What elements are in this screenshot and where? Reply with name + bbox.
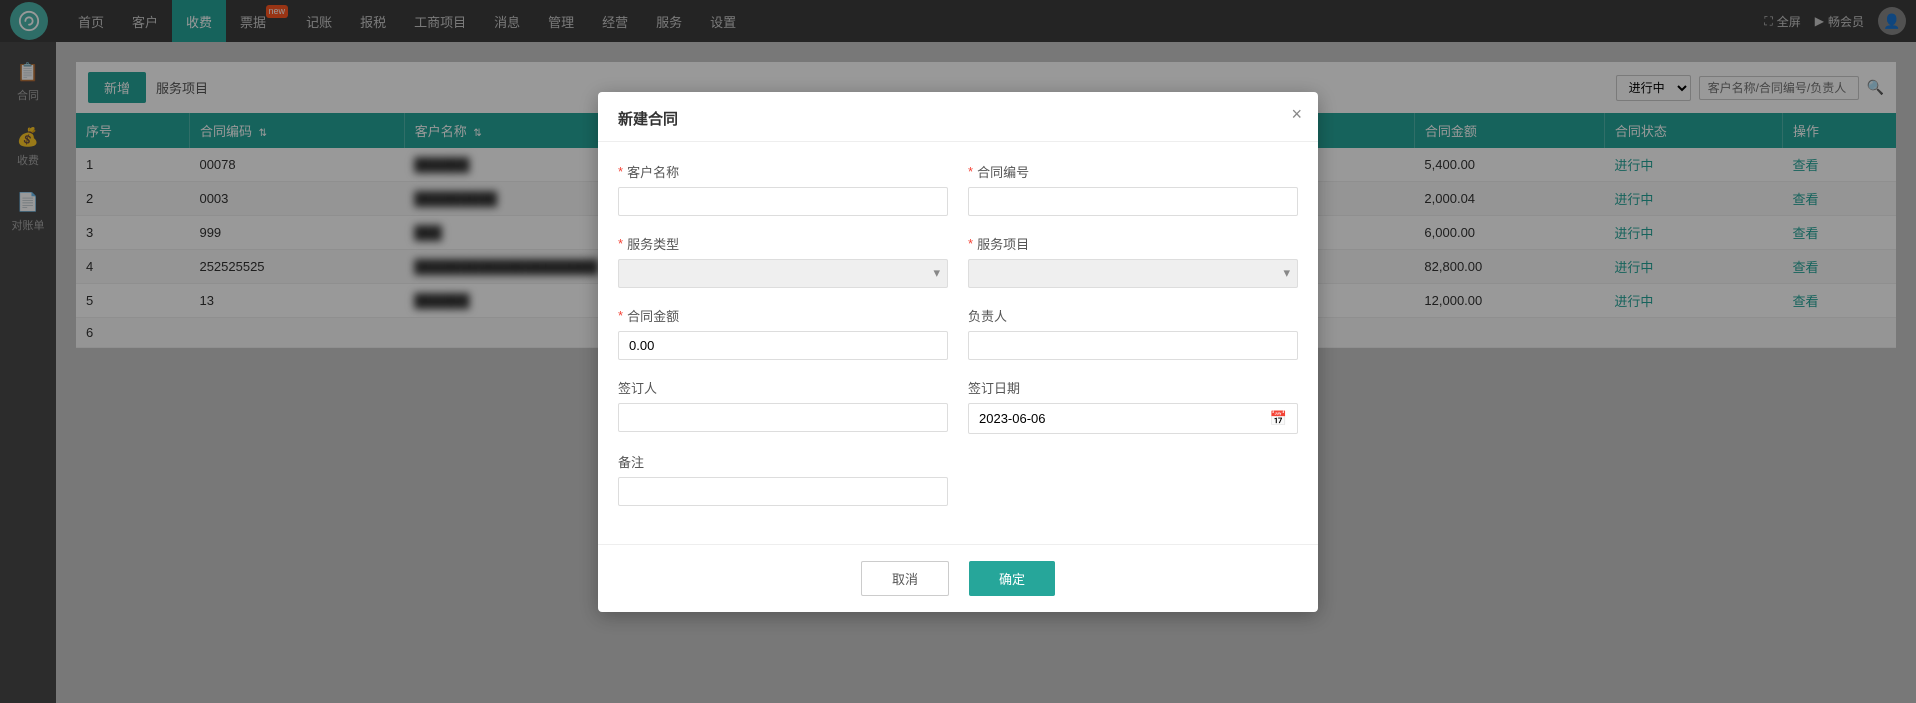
modal-body: * 客户名称 * 合同编号 * 服	[598, 142, 1318, 544]
label-service-item: * 服务项目	[968, 234, 1298, 253]
label-service-type: * 服务类型	[618, 234, 948, 253]
form-row-2: * 服务类型 * 服务项目	[618, 234, 1298, 288]
input-sign-date[interactable]: 2023-06-06	[979, 411, 1264, 426]
form-row-5: 备注	[618, 452, 1298, 506]
modal-footer: 取消 确定	[598, 544, 1318, 612]
input-responsible[interactable]	[968, 331, 1298, 360]
input-remarks[interactable]	[618, 477, 948, 506]
input-customer-name[interactable]	[618, 187, 948, 216]
field-contract-no: * 合同编号	[968, 162, 1298, 216]
field-customer-name: * 客户名称	[618, 162, 948, 216]
label-customer-name: * 客户名称	[618, 162, 948, 181]
field-service-type: * 服务类型	[618, 234, 948, 288]
field-service-item: * 服务项目	[968, 234, 1298, 288]
service-item-wrapper	[968, 259, 1298, 288]
modal-close-button[interactable]: ×	[1291, 104, 1302, 125]
label-sign-date: 签订日期	[968, 378, 1298, 397]
input-contract-no[interactable]	[968, 187, 1298, 216]
cancel-button[interactable]: 取消	[861, 561, 949, 596]
service-type-wrapper	[618, 259, 948, 288]
input-amount[interactable]: 0.00	[618, 331, 948, 360]
modal-title: 新建合同	[618, 111, 678, 128]
input-signer[interactable]	[618, 403, 948, 432]
label-signer: 签订人	[618, 378, 948, 397]
new-contract-modal: 新建合同 × * 客户名称 * 合同编号	[598, 92, 1318, 612]
field-sign-date: 签订日期 2023-06-06 📅	[968, 378, 1298, 434]
label-amount: * 合同金额	[618, 306, 948, 325]
label-remarks: 备注	[618, 452, 948, 471]
field-amount: * 合同金额 0.00	[618, 306, 948, 360]
form-row-1: * 客户名称 * 合同编号	[618, 162, 1298, 216]
select-service-item[interactable]	[968, 259, 1298, 288]
label-responsible: 负责人	[968, 306, 1298, 325]
field-remarks: 备注	[618, 452, 948, 506]
date-input-wrapper: 2023-06-06 📅	[968, 403, 1298, 434]
label-contract-no: * 合同编号	[968, 162, 1298, 181]
form-row-3: * 合同金额 0.00 负责人	[618, 306, 1298, 360]
form-row-4: 签订人 签订日期 2023-06-06 📅	[618, 378, 1298, 434]
modal-header: 新建合同 ×	[598, 92, 1318, 142]
field-signer: 签订人	[618, 378, 948, 434]
calendar-icon[interactable]: 📅	[1270, 410, 1287, 427]
field-responsible: 负责人	[968, 306, 1298, 360]
select-service-type[interactable]	[618, 259, 948, 288]
confirm-button[interactable]: 确定	[969, 561, 1055, 596]
modal-overlay[interactable]: 新建合同 × * 客户名称 * 合同编号	[0, 0, 1916, 703]
